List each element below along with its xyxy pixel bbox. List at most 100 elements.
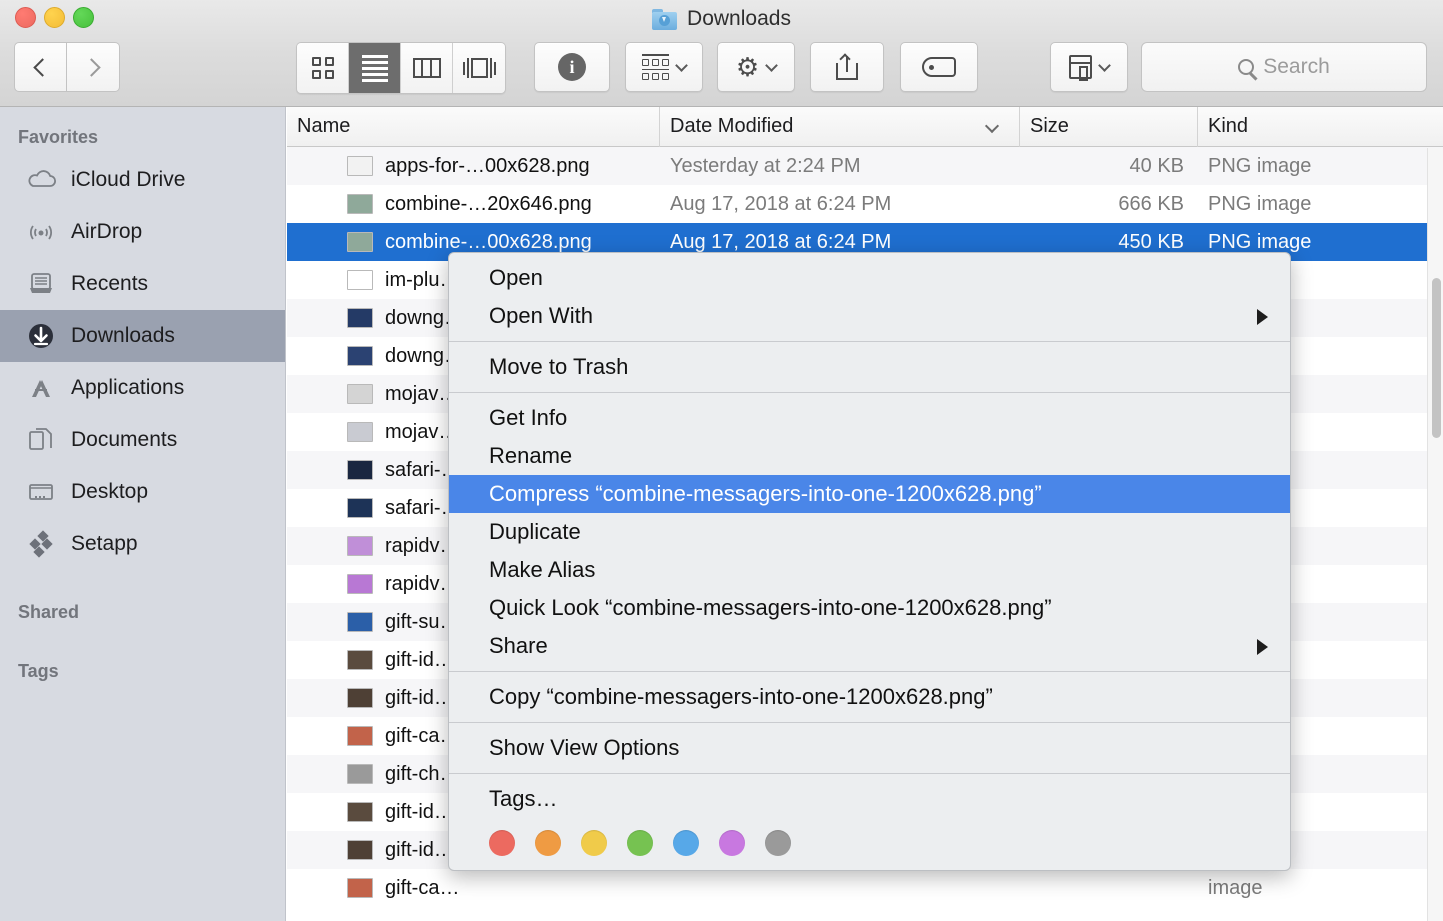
submenu-arrow-icon (1257, 309, 1268, 325)
airdrop-icon (26, 217, 56, 247)
menu-separator (449, 671, 1290, 672)
tag-swatch-green[interactable] (627, 830, 653, 856)
applications-icon (26, 373, 56, 403)
menu-item-get-info[interactable]: Get Info (449, 399, 1290, 437)
column-header-date-modified[interactable]: Date Modified (660, 107, 1020, 147)
sidebar-item-airdrop[interactable]: AirDrop (0, 206, 285, 258)
tag-swatch-red[interactable] (489, 830, 515, 856)
window-title: Downloads (0, 2, 1443, 36)
menu-separator (449, 773, 1290, 774)
tag-swatch-blue[interactable] (673, 830, 699, 856)
grid-icon (312, 57, 334, 79)
documents-icon (26, 425, 56, 455)
sidebar-header-favorites: Favorites (0, 121, 285, 154)
menu-item-quick-look[interactable]: Quick Look “combine-messagers-into-one-1… (449, 589, 1290, 627)
finder-window: Downloads (0, 0, 1443, 921)
file-thumbnail (347, 308, 373, 328)
share-button[interactable] (810, 42, 884, 92)
menu-item-rename[interactable]: Rename (449, 437, 1290, 475)
gallery-icon (463, 58, 496, 78)
column-header-size[interactable]: Size (1020, 107, 1198, 147)
chevron-right-icon (82, 58, 100, 76)
file-thumbnail (347, 878, 373, 898)
file-name-cell: combine-…00x628.png (287, 231, 660, 254)
file-thumbnail (347, 726, 373, 746)
arrange-button[interactable] (625, 42, 703, 92)
sidebar-item-label: Applications (71, 376, 184, 400)
menu-item-show-view-options[interactable]: Show View Options (449, 729, 1290, 767)
file-thumbnail (347, 232, 373, 252)
menu-item-open[interactable]: Open (449, 259, 1290, 297)
table-row[interactable]: gift-ca… image (287, 869, 1443, 907)
file-size-cell: 450 KB (1020, 231, 1198, 254)
file-size-cell: 666 KB (1020, 193, 1198, 216)
column-headers: Name Date Modified Size Kind (287, 107, 1443, 147)
sidebar-item-applications[interactable]: Applications (0, 362, 285, 414)
chevron-down-icon (1098, 59, 1111, 72)
sidebar-item-setapp[interactable]: Setapp (0, 518, 285, 570)
menu-separator (449, 392, 1290, 393)
info-button[interactable]: i (534, 42, 610, 92)
file-thumbnail (347, 764, 373, 784)
file-thumbnail (347, 498, 373, 518)
file-kind-cell: PNG image (1198, 193, 1443, 216)
back-button[interactable] (14, 42, 67, 92)
menu-item-compress[interactable]: Compress “combine-messagers-into-one-120… (449, 475, 1290, 513)
list-icon (362, 55, 388, 82)
dropbox-button[interactable] (1050, 42, 1128, 92)
menu-item-duplicate[interactable]: Duplicate (449, 513, 1290, 551)
menu-item-open-with[interactable]: Open With (449, 297, 1290, 335)
sidebar-item-recents[interactable]: Recents (0, 258, 285, 310)
list-view-button[interactable] (349, 43, 401, 93)
chevron-down-icon (985, 118, 999, 132)
file-thumbnail (347, 840, 373, 860)
search-field[interactable]: Search (1141, 42, 1427, 92)
titlebar: Downloads (0, 0, 1443, 107)
cloud-icon (26, 165, 56, 195)
vertical-scrollbar[interactable] (1427, 148, 1443, 921)
file-name-cell: apps-for-…00x628.png (287, 155, 660, 178)
file-thumbnail (347, 460, 373, 480)
sidebar-item-downloads[interactable]: Downloads (0, 310, 285, 362)
forward-button[interactable] (67, 42, 120, 92)
sidebar-item-label: Setapp (71, 532, 138, 556)
menu-item-share[interactable]: Share (449, 627, 1290, 665)
column-view-button[interactable] (401, 43, 453, 93)
menu-separator (449, 722, 1290, 723)
tag-swatch-yellow[interactable] (581, 830, 607, 856)
table-row[interactable]: apps-for-…00x628.png Yesterday at 2:24 P… (287, 147, 1443, 185)
file-thumbnail (347, 194, 373, 214)
gallery-view-button[interactable] (453, 43, 505, 93)
menu-item-make-alias[interactable]: Make Alias (449, 551, 1290, 589)
info-circle-icon: i (558, 53, 586, 81)
tag-swatch-gray[interactable] (765, 830, 791, 856)
menu-item-copy[interactable]: Copy “combine-messagers-into-one-1200x62… (449, 678, 1290, 716)
menu-separator (449, 341, 1290, 342)
tag-swatch-orange[interactable] (535, 830, 561, 856)
file-thumbnail (347, 346, 373, 366)
file-name-cell: combine-…20x646.png (287, 193, 660, 216)
tags-button[interactable] (900, 42, 978, 92)
sidebar-item-desktop[interactable]: Desktop (0, 466, 285, 518)
column-header-name[interactable]: Name (287, 107, 660, 147)
search-icon (1238, 59, 1254, 75)
action-button[interactable]: ⚙ (717, 42, 795, 92)
menu-item-move-to-trash[interactable]: Move to Trash (449, 348, 1290, 386)
context-menu: Open Open With Move to Trash Get Info Re… (448, 252, 1291, 871)
file-date-cell: Aug 17, 2018 at 6:24 PM (660, 231, 1020, 254)
tag-color-swatches (449, 818, 1290, 860)
downloads-folder-icon (652, 9, 677, 30)
sidebar-item-documents[interactable]: Documents (0, 414, 285, 466)
table-row[interactable]: combine-…20x646.png Aug 17, 2018 at 6:24… (287, 185, 1443, 223)
column-header-kind[interactable]: Kind (1198, 107, 1443, 147)
icon-view-button[interactable] (297, 43, 349, 93)
file-thumbnail (347, 536, 373, 556)
sidebar-item-icloud-drive[interactable]: iCloud Drive (0, 154, 285, 206)
file-kind-cell: image (1198, 877, 1443, 900)
window-title-text: Downloads (687, 7, 791, 31)
scrollbar-thumb[interactable] (1432, 278, 1441, 438)
file-thumbnail (347, 688, 373, 708)
menu-item-tags[interactable]: Tags… (449, 780, 1290, 818)
file-name-cell: gift-ca… (287, 877, 660, 900)
tag-swatch-purple[interactable] (719, 830, 745, 856)
